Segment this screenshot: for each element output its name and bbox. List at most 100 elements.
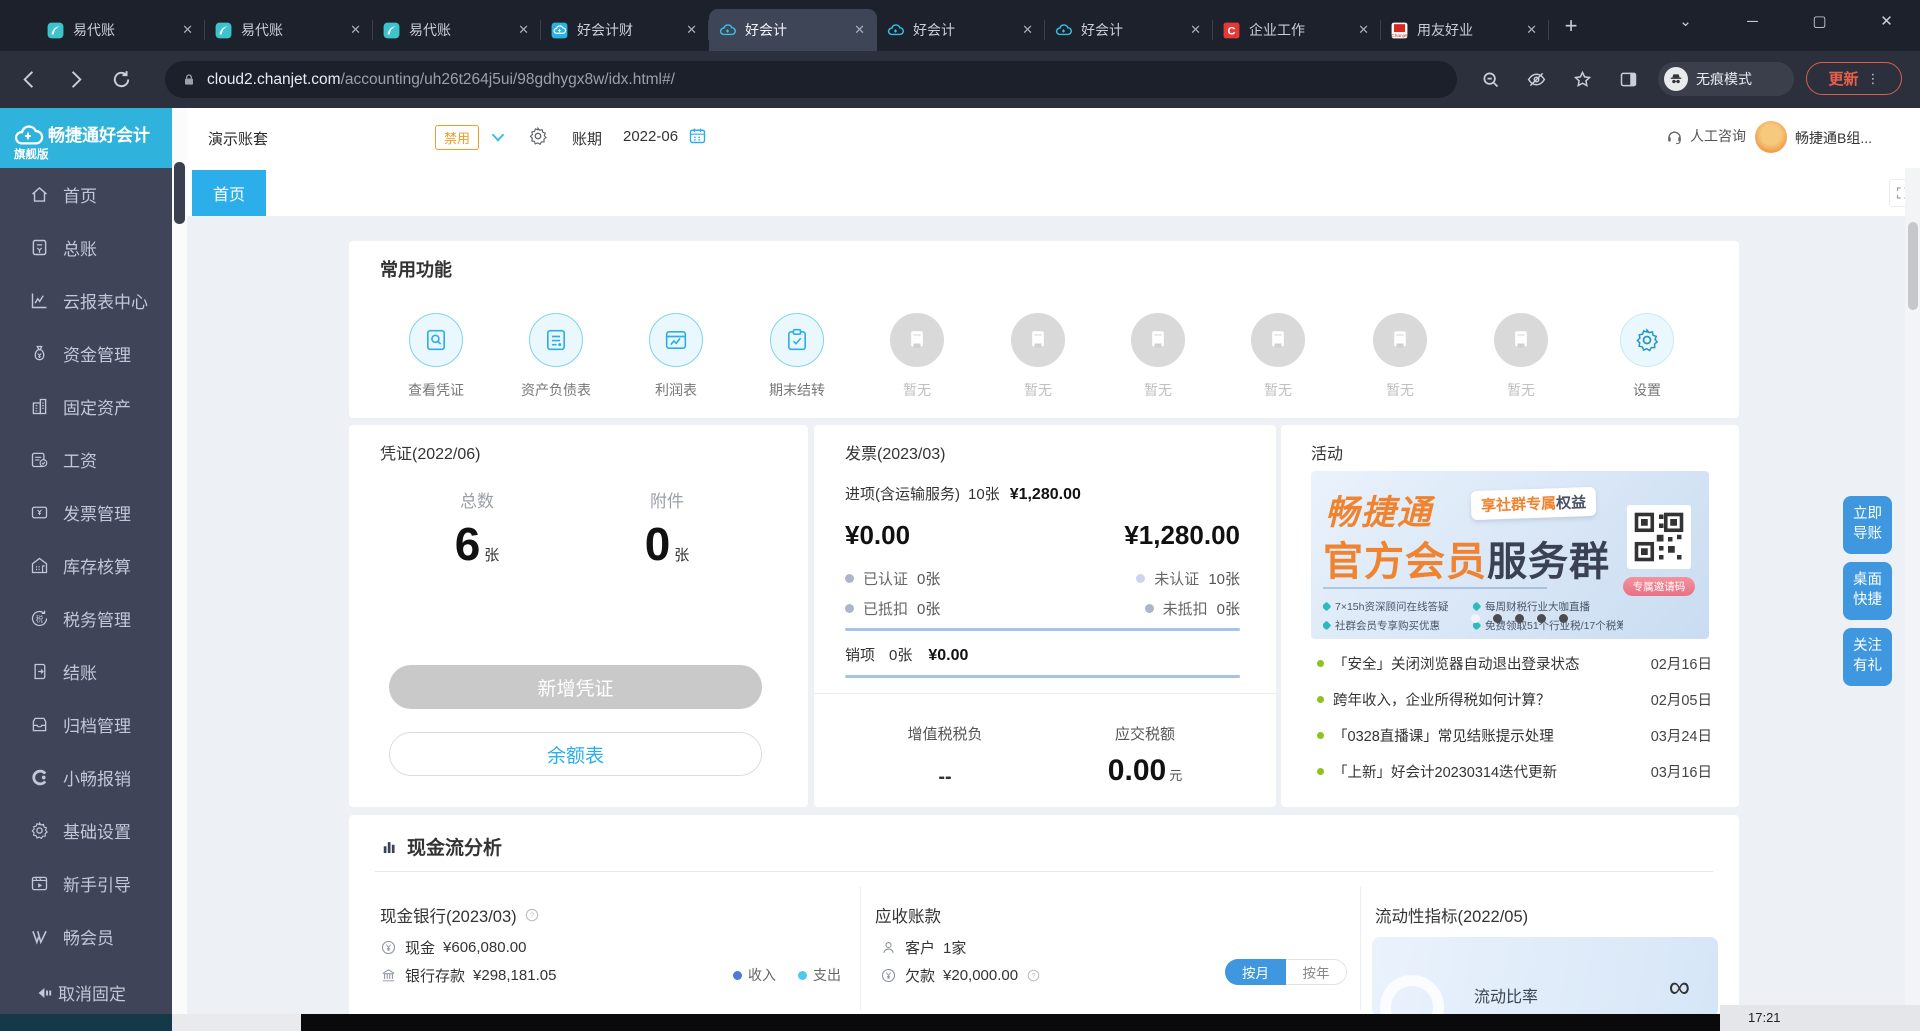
- tab-menu-chevron-icon[interactable]: ⌄: [1652, 0, 1719, 42]
- chevron-down-icon[interactable]: [487, 126, 509, 148]
- quick-function-circle[interactable]: [890, 313, 944, 367]
- quick-function-circle[interactable]: [529, 313, 583, 367]
- quick-function-item[interactable]: 暂无: [1218, 313, 1338, 400]
- float-action-button[interactable]: 关注 有礼: [1843, 628, 1892, 686]
- quick-function-item[interactable]: 查看凭证: [376, 313, 496, 400]
- forward-icon[interactable]: [64, 68, 87, 91]
- sidebar-item[interactable]: 云报表中心: [0, 274, 172, 327]
- support-link[interactable]: 人工咨询: [1665, 126, 1746, 146]
- tab-close-icon[interactable]: ✕: [1019, 22, 1036, 38]
- tab-close-icon[interactable]: ✕: [1187, 22, 1204, 38]
- sidebar-item[interactable]: 总账: [0, 221, 172, 274]
- quick-function-item[interactable]: 暂无: [857, 313, 977, 400]
- browser-tab[interactable]: 好会计 ✕: [709, 9, 877, 51]
- incognito-badge[interactable]: 无痕模式: [1658, 62, 1794, 96]
- sidebar-item[interactable]: 归档管理: [0, 698, 172, 751]
- quick-function-item[interactable]: 暂无: [1340, 313, 1460, 400]
- quick-function-circle[interactable]: [649, 313, 703, 367]
- eye-off-icon[interactable]: [1526, 69, 1547, 90]
- news-item[interactable]: 「上新」好会计20230314迭代更新 03月16日: [1281, 761, 1739, 797]
- quick-function-circle[interactable]: [770, 313, 824, 367]
- quick-function-item[interactable]: 暂无: [978, 313, 1098, 400]
- question-icon[interactable]: ?: [524, 907, 540, 923]
- period-value[interactable]: 2022-06: [623, 128, 678, 145]
- tab-close-icon[interactable]: ✕: [1355, 22, 1372, 38]
- quick-function-item[interactable]: 暂无: [1461, 313, 1581, 400]
- user-name[interactable]: 畅捷通B组...: [1795, 128, 1887, 148]
- window-close-button[interactable]: ✕: [1853, 0, 1920, 42]
- pagination-dot[interactable]: [1493, 614, 1502, 623]
- quick-function-circle[interactable]: [409, 313, 463, 367]
- pagination-dot[interactable]: [1471, 614, 1480, 623]
- sidebar-item[interactable]: 资金管理: [0, 327, 172, 380]
- news-item[interactable]: 「0328直播课」常见结账提示处理 03月24日: [1281, 725, 1739, 761]
- pagination-dot[interactable]: [1559, 614, 1568, 623]
- sidebar-item[interactable]: 库存核算: [0, 539, 172, 592]
- update-button[interactable]: 更新 ⋮: [1806, 62, 1902, 95]
- quick-function-item[interactable]: 利润表: [616, 313, 736, 400]
- tab-close-icon[interactable]: ✕: [1523, 22, 1540, 38]
- quick-function-circle[interactable]: [1620, 313, 1674, 367]
- browser-tab[interactable]: 易代账 ✕: [37, 9, 205, 51]
- browser-tab[interactable]: 好会计 ✕: [1045, 9, 1213, 51]
- user-avatar[interactable]: [1755, 121, 1787, 153]
- calendar-icon[interactable]: [687, 125, 708, 146]
- tab-close-icon[interactable]: ✕: [851, 22, 868, 38]
- browser-tab[interactable]: 好会计财 ✕: [541, 9, 709, 51]
- page-scrollbar[interactable]: [1905, 168, 1920, 1014]
- activity-banner[interactable]: 畅捷通 享社群专属权益 官方会员服务群 7×15h资深顾问在线答疑 每周财税行业大…: [1311, 471, 1709, 639]
- float-action-button[interactable]: 立即 导账: [1843, 496, 1892, 554]
- browser-tab[interactable]: 易代账 ✕: [205, 9, 373, 51]
- back-icon[interactable]: [18, 68, 41, 91]
- browser-tab[interactable]: 易代账 ✕: [373, 9, 541, 51]
- zoom-search-icon[interactable]: [1480, 69, 1501, 90]
- toggle-year-button[interactable]: 按年: [1286, 959, 1347, 985]
- quick-function-item[interactable]: 资产负债表: [496, 313, 616, 400]
- window-minimize-button[interactable]: ─: [1719, 0, 1786, 42]
- sidebar-item[interactable]: 固定资产: [0, 380, 172, 433]
- quick-function-item[interactable]: 设置: [1587, 313, 1707, 400]
- browser-tab[interactable]: 好会计 ✕: [877, 9, 1045, 51]
- quick-function-circle[interactable]: [1131, 313, 1185, 367]
- bookmark-star-icon[interactable]: [1572, 69, 1593, 90]
- sidebar-item[interactable]: 发票管理: [0, 486, 172, 539]
- sidebar-scrollbar[interactable]: [172, 108, 187, 1014]
- address-bar[interactable]: cloud2.chanjet.com/accounting/uh26t264j5…: [165, 61, 1457, 98]
- pagination-dot[interactable]: [1515, 614, 1524, 623]
- quick-function-circle[interactable]: [1373, 313, 1427, 367]
- sidebar-item[interactable]: 结账: [0, 645, 172, 698]
- sidebar-unpin-button[interactable]: 取消固定: [34, 980, 126, 1005]
- more-menu-icon[interactable]: ⋮: [1867, 71, 1880, 87]
- tab-close-icon[interactable]: ✕: [347, 22, 364, 38]
- news-item[interactable]: 「安全」关闭浏览器自动退出登录状态 02月16日: [1281, 653, 1739, 689]
- tab-close-icon[interactable]: ✕: [683, 22, 700, 38]
- pagination-dot[interactable]: [1537, 614, 1546, 623]
- side-panel-icon[interactable]: [1618, 69, 1639, 90]
- sidebar-item[interactable]: 首页: [0, 168, 172, 221]
- quick-function-item[interactable]: 暂无: [1098, 313, 1218, 400]
- quick-function-item[interactable]: 期末结转: [737, 313, 857, 400]
- question-icon[interactable]: ?: [1026, 968, 1041, 983]
- quick-function-circle[interactable]: [1494, 313, 1548, 367]
- balance-sheet-button[interactable]: 余额表: [389, 732, 762, 776]
- add-voucher-button[interactable]: 新增凭证: [389, 665, 762, 709]
- browser-tab[interactable]: Chanjet 用友好业 ✕: [1381, 9, 1549, 51]
- sidebar-scrollbar-thumb[interactable]: [174, 162, 185, 224]
- settings-gear-icon[interactable]: [527, 125, 549, 147]
- sidebar-item[interactable]: 税 税务管理: [0, 592, 172, 645]
- sidebar-item[interactable]: 小畅报销: [0, 751, 172, 804]
- quick-function-circle[interactable]: [1251, 313, 1305, 367]
- news-item[interactable]: 跨年收入，企业所得税如何计算？ 02月05日: [1281, 689, 1739, 725]
- tab-home[interactable]: 首页: [192, 170, 266, 216]
- quick-function-circle[interactable]: [1011, 313, 1065, 367]
- page-scrollbar-thumb[interactable]: [1907, 222, 1918, 310]
- float-action-button[interactable]: 桌面 快捷: [1843, 562, 1892, 620]
- sidebar-item[interactable]: 畅会员: [0, 910, 172, 963]
- reload-icon[interactable]: [110, 68, 133, 91]
- sidebar-item[interactable]: 基础设置: [0, 804, 172, 857]
- sidebar-item[interactable]: 新手引导: [0, 857, 172, 910]
- toggle-month-button[interactable]: 按月: [1225, 959, 1286, 985]
- window-maximize-button[interactable]: ▢: [1786, 0, 1853, 42]
- sidebar-item[interactable]: 工资: [0, 433, 172, 486]
- tab-close-icon[interactable]: ✕: [515, 22, 532, 38]
